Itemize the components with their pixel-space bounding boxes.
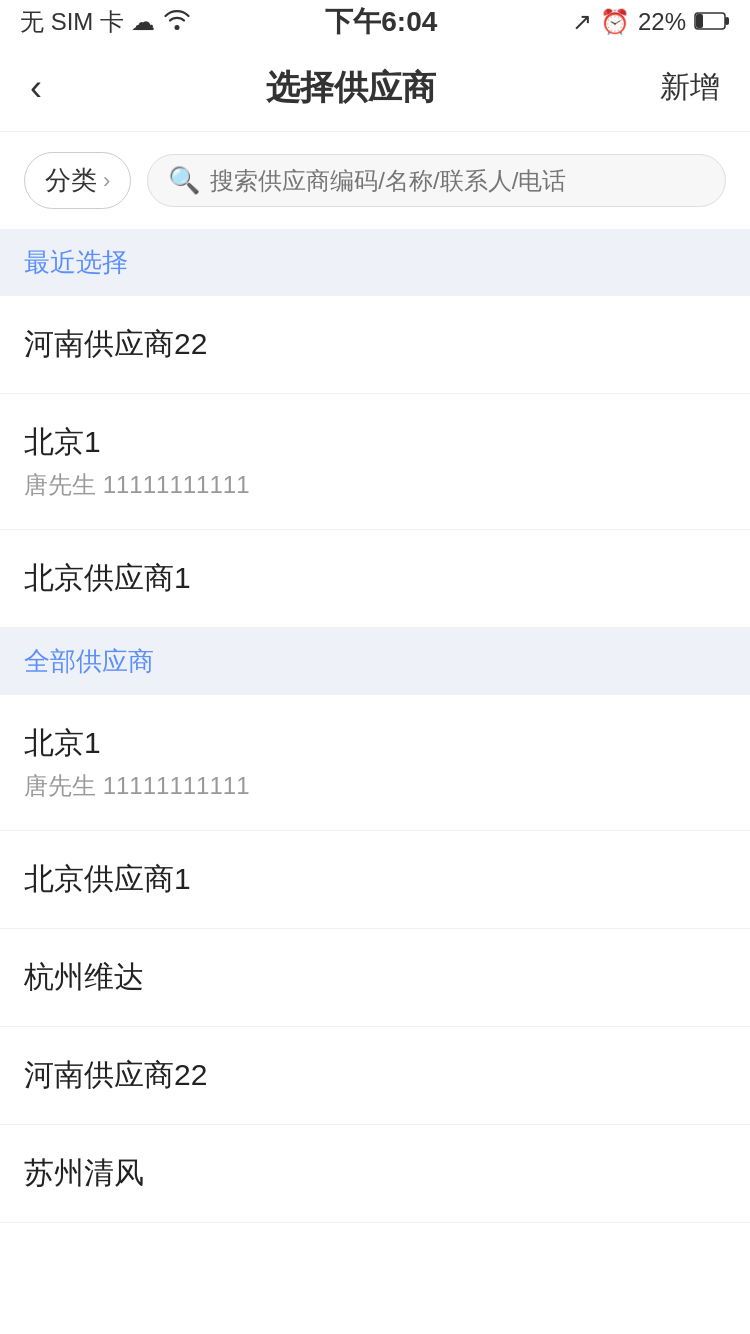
list-item[interactable]: 北京供应商1 xyxy=(0,530,750,628)
battery-percentage: 22% xyxy=(638,8,686,36)
item-name: 北京1 xyxy=(24,723,726,764)
list-item[interactable]: 杭州维达 xyxy=(0,929,750,1027)
all-section-header: 全部供应商 xyxy=(0,628,750,695)
sim-status: 无 SIM 卡 ☁ xyxy=(20,6,155,38)
page-title: 选择供应商 xyxy=(266,65,436,111)
item-sub: 唐先生 11111111111 xyxy=(24,469,726,501)
item-name: 北京供应商1 xyxy=(24,558,726,599)
search-box[interactable]: 🔍 xyxy=(147,154,726,207)
chevron-right-icon: › xyxy=(103,168,110,194)
status-right: ↗ ⏰ 22% xyxy=(572,8,730,36)
recent-list: 河南供应商22 北京1 唐先生 11111111111 北京供应商1 xyxy=(0,296,750,628)
nav-bar: ‹ 选择供应商 新增 xyxy=(0,44,750,132)
status-bar: 无 SIM 卡 ☁ 下午6:04 ↗ ⏰ 22% xyxy=(0,0,750,44)
list-item[interactable]: 北京1 唐先生 11111111111 xyxy=(0,695,750,831)
list-item[interactable]: 河南供应商22 xyxy=(0,1027,750,1125)
alarm-icon: ⏰ xyxy=(600,8,630,36)
add-button[interactable]: 新增 xyxy=(660,67,720,108)
status-left: 无 SIM 卡 ☁ xyxy=(20,6,191,38)
search-input[interactable] xyxy=(210,167,705,195)
recent-section-header: 最近选择 xyxy=(0,229,750,296)
status-time: 下午6:04 xyxy=(325,3,437,41)
all-list: 北京1 唐先生 11111111111 北京供应商1 杭州维达河南供应商22 苏州清风 xyxy=(0,695,750,1223)
item-name: 河南供应商22 xyxy=(24,324,726,365)
item-name: 杭州维达 xyxy=(24,957,726,998)
back-button[interactable]: ‹ xyxy=(30,67,42,109)
location-icon: ↗ xyxy=(572,8,592,36)
category-label: 分类 xyxy=(45,163,97,198)
item-name: 北京1 xyxy=(24,422,726,463)
item-name: 北京供应商1 xyxy=(24,859,726,900)
svg-rect-2 xyxy=(725,17,729,25)
battery-icon xyxy=(694,8,730,36)
list-item[interactable]: 北京供应商1 xyxy=(0,831,750,929)
list-item[interactable]: 河南供应商22 xyxy=(0,296,750,394)
search-icon: 🔍 xyxy=(168,165,200,196)
item-sub: 唐先生 11111111111 xyxy=(24,770,726,802)
category-button[interactable]: 分类 › xyxy=(24,152,131,209)
list-item[interactable]: 苏州清风 xyxy=(0,1125,750,1223)
item-name: 河南供应商22 xyxy=(24,1055,726,1096)
item-name: 苏州清风 xyxy=(24,1153,726,1194)
list-item[interactable]: 北京1 唐先生 11111111111 xyxy=(0,394,750,530)
wifi-icon xyxy=(163,8,191,36)
svg-rect-1 xyxy=(696,14,703,28)
filter-bar: 分类 › 🔍 xyxy=(0,132,750,229)
